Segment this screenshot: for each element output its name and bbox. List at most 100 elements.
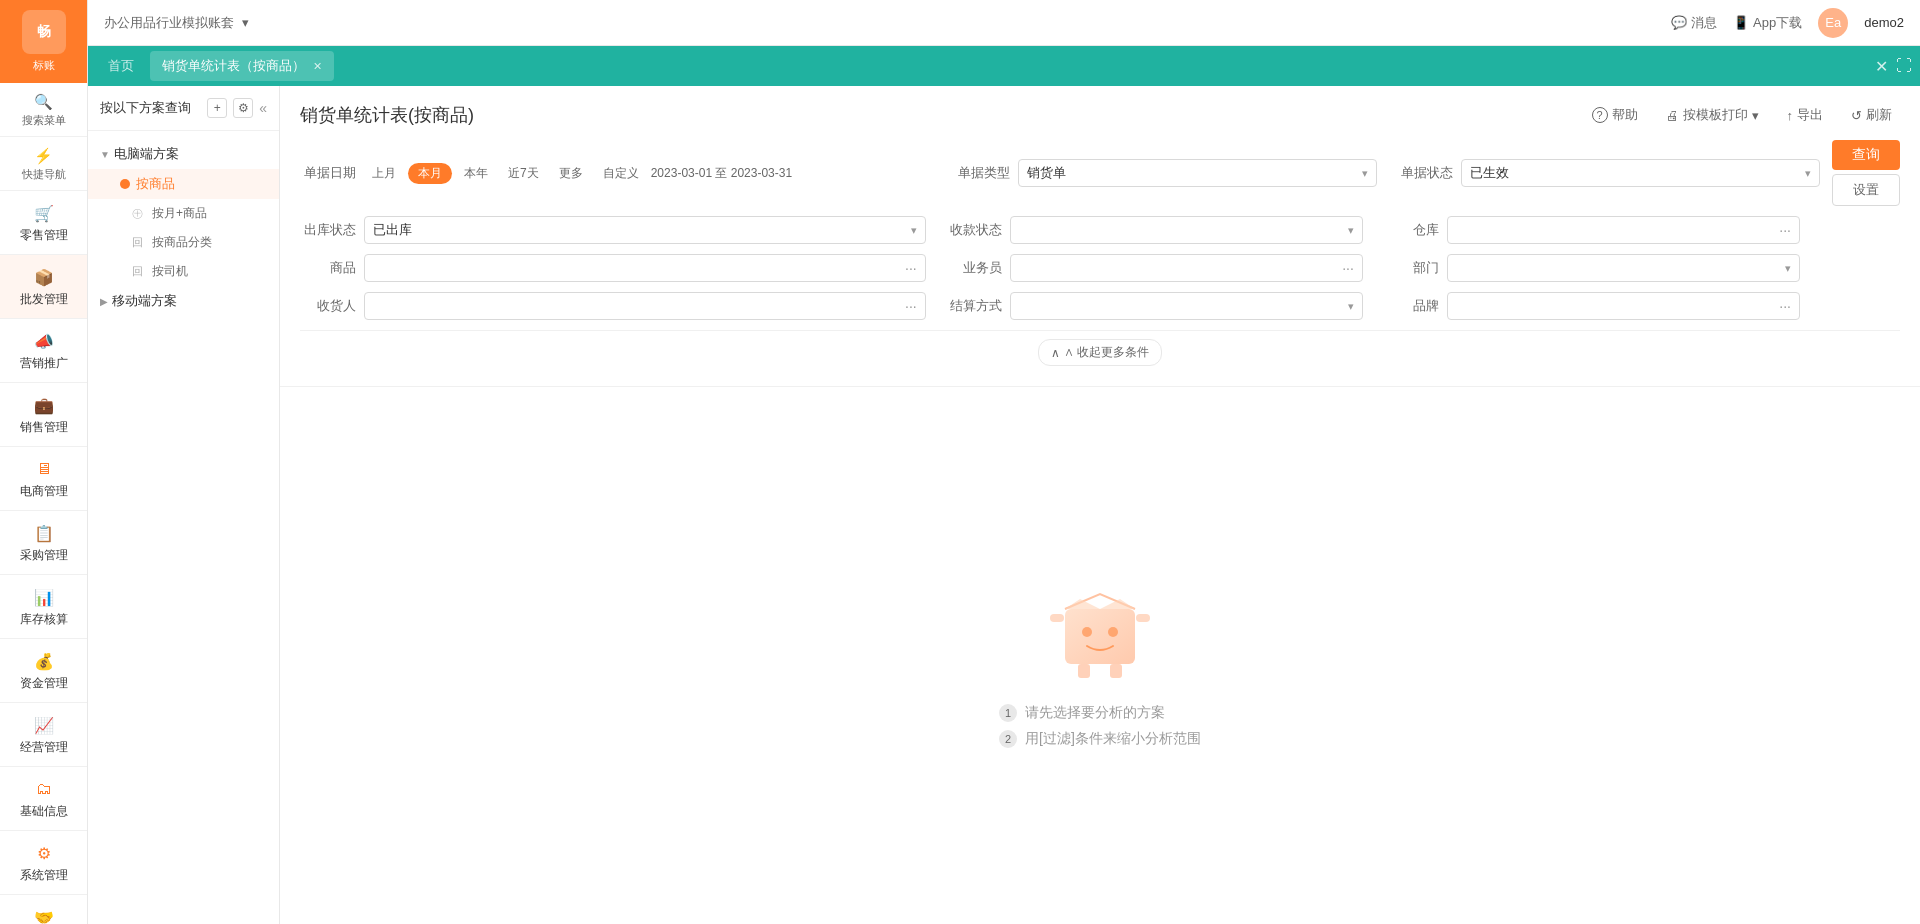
sidebar-item-system[interactable]: ⚙ 系统管理 — [0, 831, 87, 895]
warehouse-status-select[interactable]: 已出库 ▾ — [364, 216, 926, 244]
avatar[interactable]: Ea — [1818, 8, 1848, 38]
date-option-7days[interactable]: 近7天 — [500, 163, 547, 184]
scheme-group-pc-header[interactable]: ▼ 电脑端方案 — [88, 139, 279, 169]
sidebar-item-inventory[interactable]: 📊 库存核算 — [0, 575, 87, 639]
scheme-sub-label: 按月+商品 — [152, 205, 207, 222]
help-button[interactable]: ? 帮助 — [1584, 102, 1646, 128]
sidebar-item-ecommerce[interactable]: 🖥 电商管理 — [0, 447, 87, 511]
left-panel-title: 按以下方案查询 — [100, 99, 191, 117]
collapse-filter-button[interactable]: ∧ ∧ 收起更多条件 — [1038, 339, 1162, 366]
wholesale-icon: 📦 — [32, 265, 56, 289]
product-select[interactable]: ··· — [364, 254, 926, 282]
warehouse-control: ··· — [1447, 216, 1800, 244]
filter-item-date: 单据日期 上月 本月 本年 近7天 更多 自定义 2023-03-01 至 20… — [300, 163, 934, 184]
salesperson-select[interactable]: ··· — [1010, 254, 1363, 282]
tab-sales-stat[interactable]: 销货单统计表（按商品） ✕ — [150, 51, 334, 81]
app-download-action[interactable]: 📱 App下载 — [1733, 14, 1802, 32]
sidebar-item-wholesale[interactable]: 📦 批发管理 — [0, 255, 87, 319]
payment-method-label: 结算方式 — [946, 297, 1002, 315]
payment-status-select[interactable]: ▾ — [1010, 216, 1363, 244]
collapse-filter-label: ∧ 收起更多条件 — [1064, 344, 1149, 361]
top-header: 办公用品行业模拟账套 ▾ 💬 消息 📱 App下载 Ea demo2 — [88, 0, 1920, 46]
sub-scheme-icon: ㊉ — [132, 206, 146, 221]
sidebar-item-coop[interactable]: 🤝 企业协同 — [0, 895, 87, 924]
payment-method-select[interactable]: ▾ — [1010, 292, 1363, 320]
add-scheme-button[interactable]: + — [207, 98, 227, 118]
page-header: 销货单统计表(按商品) ? 帮助 🖨 按模板打印 ▾ ↑ 导出 — [280, 86, 1920, 128]
quick-nav-icon: ⚡ — [34, 147, 53, 165]
page-header-actions: ? 帮助 🖨 按模板打印 ▾ ↑ 导出 ↺ 刷新 — [1584, 102, 1901, 128]
export-button[interactable]: ↑ 导出 — [1779, 102, 1832, 128]
scheme-item-by-driver[interactable]: 回 按司机 — [88, 257, 279, 286]
search-icon: 🔍 — [34, 93, 53, 111]
sub-scheme-icon: 回 — [132, 235, 146, 250]
scheme-item-by-month-product[interactable]: ㊉ 按月+商品 — [88, 199, 279, 228]
group-expand-icon: ▼ — [100, 149, 110, 160]
filter-item-warehouse: 仓库 ··· — [1383, 216, 1800, 244]
date-option-more[interactable]: 更多 — [551, 163, 591, 184]
svg-rect-6 — [1136, 614, 1150, 622]
tab-home[interactable]: 首页 — [96, 51, 146, 81]
doc-type-select[interactable]: 销货单 ▾ — [1018, 159, 1377, 187]
date-option-current-year[interactable]: 本年 — [456, 163, 496, 184]
recipient-select[interactable]: ··· — [364, 292, 926, 320]
date-option-last-month[interactable]: 上月 — [364, 163, 404, 184]
tab-close-all-icon[interactable]: ✕ — [1875, 57, 1888, 76]
recipient-dots-icon: ··· — [905, 298, 917, 314]
logo-icon: 畅 — [22, 10, 66, 54]
app-logo[interactable]: 畅 标账 — [0, 0, 87, 83]
product-control: ··· — [364, 254, 926, 282]
print-button[interactable]: 🖨 按模板打印 ▾ — [1658, 102, 1767, 128]
brand-select[interactable]: ··· — [1447, 292, 1800, 320]
tab-expand-icon[interactable]: ⛶ — [1896, 57, 1912, 75]
doc-status-select[interactable]: 已生效 ▾ — [1461, 159, 1820, 187]
sidebar-item-retail[interactable]: 🛒 零售管理 — [0, 191, 87, 255]
logo-char: 畅 — [37, 23, 51, 41]
query-button[interactable]: 查询 — [1832, 140, 1900, 170]
user-name[interactable]: demo2 — [1864, 15, 1904, 30]
sidebar-item-basic[interactable]: 🗂 基础信息 — [0, 767, 87, 831]
date-option-custom[interactable]: 自定义 — [595, 163, 647, 184]
date-option-current-month[interactable]: 本月 — [408, 163, 452, 184]
filter-item-department: 部门 ▾ — [1383, 254, 1800, 282]
empty-state: 1 请先选择要分析的方案 2 用[过滤]条件来缩小分析范围 — [280, 387, 1920, 924]
settings-scheme-button[interactable]: ⚙ — [233, 98, 253, 118]
doc-type-label: 单据类型 — [954, 164, 1010, 182]
app-download-icon: 📱 — [1733, 15, 1749, 30]
page-container: 按以下方案查询 + ⚙ « ▼ 电脑端方案 按商品 — [88, 86, 1920, 924]
marketing-icon: 📣 — [32, 329, 56, 353]
warehouse-status-value: 已出库 — [373, 221, 907, 239]
sidebar-item-operations[interactable]: 📈 经营管理 — [0, 703, 87, 767]
scheme-item-by-product[interactable]: 按商品 — [88, 169, 279, 199]
message-action[interactable]: 💬 消息 — [1671, 14, 1717, 32]
filter-item-doc-type: 单据类型 销货单 ▾ — [954, 159, 1377, 187]
settings-button[interactable]: 设置 — [1832, 174, 1900, 206]
department-select[interactable]: ▾ — [1447, 254, 1800, 282]
scheme-item-by-category[interactable]: 回 按商品分类 — [88, 228, 279, 257]
retail-icon: 🛒 — [32, 201, 56, 225]
sales-icon: 💼 — [32, 393, 56, 417]
sidebar-item-quick-nav[interactable]: ⚡ 快捷导航 — [0, 137, 87, 191]
sidebar-item-search[interactable]: 🔍 搜索菜单 — [0, 83, 87, 137]
industry-name: 办公用品行业模拟账套 — [104, 14, 234, 32]
filter-item-product: 商品 ··· — [300, 254, 926, 282]
salesperson-control: ··· — [1010, 254, 1363, 282]
recipient-control: ··· — [364, 292, 926, 320]
recipient-label: 收货人 — [300, 297, 356, 315]
tab-home-label: 首页 — [108, 57, 134, 75]
scheme-group-mobile-header[interactable]: ▶ 移动端方案 — [88, 286, 279, 316]
warehouse-select[interactable]: ··· — [1447, 216, 1800, 244]
collapse-panel-button[interactable]: « — [259, 100, 267, 116]
refresh-button[interactable]: ↺ 刷新 — [1843, 102, 1900, 128]
filter-item-doc-status: 单据状态 已生效 ▾ — [1397, 159, 1820, 187]
sidebar-item-procurement[interactable]: 📋 采购管理 — [0, 511, 87, 575]
filter-row-2: 出库状态 已出库 ▾ 收款状态 ▾ — [300, 216, 1900, 244]
payment-method-control: ▾ — [1010, 292, 1363, 320]
left-panel-header: 按以下方案查询 + ⚙ « — [88, 86, 279, 131]
industry-dropdown[interactable]: ▾ — [242, 15, 249, 30]
tab-close-icon[interactable]: ✕ — [313, 60, 322, 73]
print-arrow-icon: ▾ — [1752, 108, 1759, 123]
sidebar-item-sales[interactable]: 💼 销售管理 — [0, 383, 87, 447]
sidebar-item-marketing[interactable]: 📣 营销推广 — [0, 319, 87, 383]
sidebar-item-finance[interactable]: 💰 资金管理 — [0, 639, 87, 703]
